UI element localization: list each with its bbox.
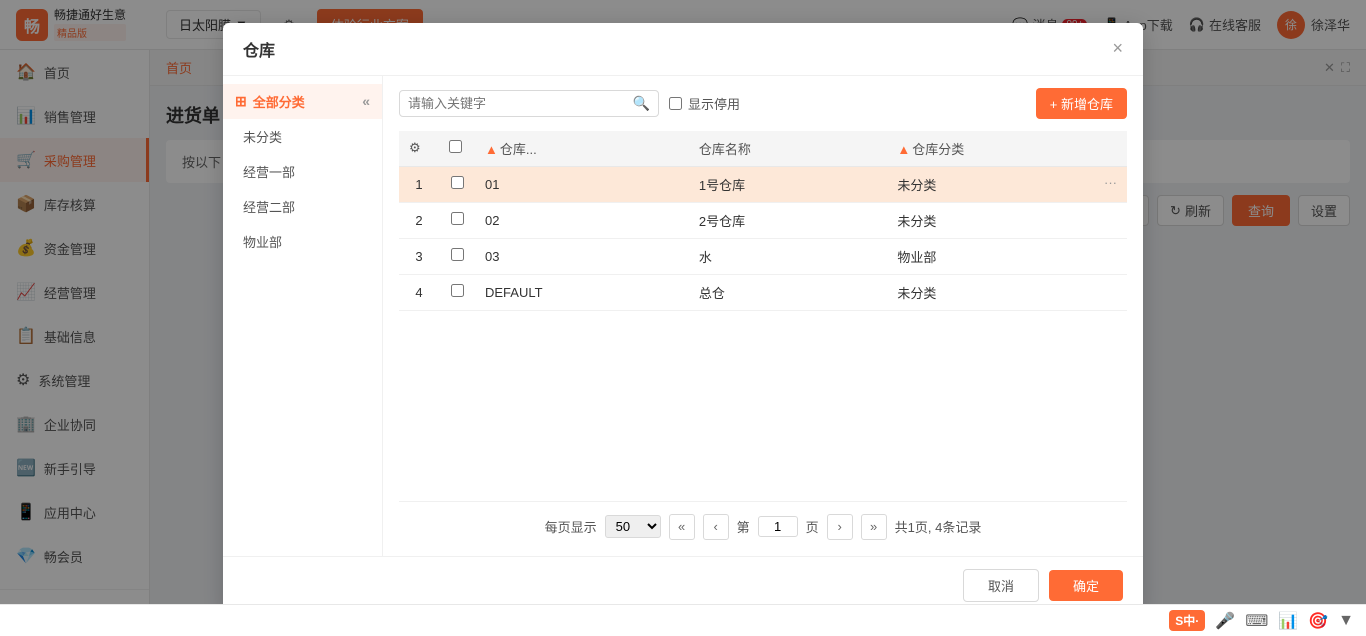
row-category: 未分类 xyxy=(887,274,1127,310)
row-category: 未分类 xyxy=(887,202,1127,238)
modal-sidebar-all-category[interactable]: ⊞ 全部分类 « xyxy=(223,84,382,119)
show-disabled-label: 显示停用 xyxy=(688,94,740,113)
next-page-btn[interactable]: › xyxy=(827,514,853,540)
row-num: 1 xyxy=(399,166,439,202)
table-wrap: ⚙ ▲仓库... 仓库名称 ▲仓库分类 1 01 1号仓库 未分类··· 2 0… xyxy=(399,131,1127,501)
row-num: 4 xyxy=(399,274,439,310)
table-row[interactable]: 2 02 2号仓库 未分类 xyxy=(399,202,1127,238)
modal-cat-ops1[interactable]: 经营一部 xyxy=(223,154,382,189)
modal-toolbar: 🔍 显示停用 + 新增仓库 xyxy=(399,88,1127,119)
modal-cat-unclassified[interactable]: 未分类 xyxy=(223,119,382,154)
row-code: 02 xyxy=(475,202,689,238)
select-all-checkbox[interactable] xyxy=(449,140,462,153)
row-checkbox[interactable] xyxy=(451,212,464,225)
table-body: 1 01 1号仓库 未分类··· 2 02 2号仓库 未分类 3 03 水 物业… xyxy=(399,166,1127,310)
row-check[interactable] xyxy=(439,238,475,274)
page-size-label: 每页显示 xyxy=(545,517,597,536)
keyboard-icon[interactable]: ⌨ xyxy=(1245,611,1268,631)
row-check[interactable] xyxy=(439,274,475,310)
modal-sidebar: ⊞ 全部分类 « 未分类 经营一部 经营二部 物业部 xyxy=(223,76,383,556)
row-checkbox[interactable] xyxy=(451,248,464,261)
search-input[interactable] xyxy=(408,96,633,111)
show-disabled-checkbox[interactable] xyxy=(669,97,682,110)
row-num: 3 xyxy=(399,238,439,274)
th-category: ▲仓库分类 xyxy=(887,131,1127,167)
modal-main: 🔍 显示停用 + 新增仓库 ⚙ xyxy=(383,76,1143,556)
page-label: 第 xyxy=(737,517,750,536)
modal-cat-ops2[interactable]: 经营二部 xyxy=(223,189,382,224)
first-page-btn[interactable]: « xyxy=(669,514,695,540)
th-checkbox xyxy=(439,131,475,167)
row-code: 01 xyxy=(475,166,689,202)
th-settings: ⚙ xyxy=(399,131,439,167)
row-checkbox[interactable] xyxy=(451,284,464,297)
table-row[interactable]: 3 03 水 物业部 xyxy=(399,238,1127,274)
row-check[interactable] xyxy=(439,202,475,238)
new-warehouse-button[interactable]: + 新增仓库 xyxy=(1036,88,1127,119)
page-size-select[interactable]: 50 10 20 100 xyxy=(605,515,661,538)
th-code: ▲仓库... xyxy=(475,131,689,167)
grid-icon: ⊞ xyxy=(235,93,247,110)
modal-close-icon[interactable]: × xyxy=(1112,38,1123,59)
pagination-bar: 每页显示 50 10 20 100 « ‹ 第 页 › » 共1页, 4条记录 xyxy=(399,501,1127,544)
row-checkbox[interactable] xyxy=(451,176,464,189)
table-row[interactable]: 4 DEFAULT 总仓 未分类 xyxy=(399,274,1127,310)
row-num: 2 xyxy=(399,202,439,238)
row-code: 03 xyxy=(475,238,689,274)
th-name: 仓库名称 xyxy=(689,131,888,167)
row-check[interactable] xyxy=(439,166,475,202)
row-name: 总仓 xyxy=(689,274,888,310)
modal-title: 仓库 xyxy=(243,37,275,61)
page-suffix: 页 xyxy=(806,517,819,536)
table-header-row: ⚙ ▲仓库... 仓库名称 ▲仓库分类 xyxy=(399,131,1127,167)
dropdown-small-icon[interactable]: ▼ xyxy=(1338,612,1354,630)
chart-icon[interactable]: 📊 xyxy=(1278,611,1298,631)
confirm-button[interactable]: 确定 xyxy=(1049,570,1123,601)
search-box: 🔍 xyxy=(399,90,659,117)
total-records: 共1页, 4条记录 xyxy=(895,517,982,536)
cancel-button[interactable]: 取消 xyxy=(963,569,1039,602)
more-icon[interactable]: ··· xyxy=(1104,175,1117,190)
search-icon: 🔍 xyxy=(633,95,650,112)
modal-cat-property[interactable]: 物业部 xyxy=(223,224,382,259)
row-code: DEFAULT xyxy=(475,274,689,310)
last-page-btn[interactable]: » xyxy=(861,514,887,540)
row-name: 水 xyxy=(689,238,888,274)
target-icon[interactable]: 🎯 xyxy=(1308,611,1328,631)
page-number-input[interactable] xyxy=(758,516,798,537)
mic-icon[interactable]: 🎤 xyxy=(1215,611,1235,631)
show-disabled-checkbox-label[interactable]: 显示停用 xyxy=(669,94,740,113)
bottom-bar: S中· 🎤 ⌨ 📊 🎯 ▼ xyxy=(0,604,1366,636)
row-name: 2号仓库 xyxy=(689,202,888,238)
modal-header: 仓库 × xyxy=(223,23,1143,76)
modal-overlay[interactable]: 仓库 × ⊞ 全部分类 « 未分类 经营一部 经营二部 物业部 xyxy=(0,0,1366,636)
shuang-logo: S中· xyxy=(1169,610,1205,631)
collapse-icon[interactable]: « xyxy=(362,93,370,109)
row-category: 未分类··· xyxy=(887,166,1127,202)
modal-body: ⊞ 全部分类 « 未分类 经营一部 经营二部 物业部 🔍 xyxy=(223,76,1143,556)
all-category-label: 全部分类 xyxy=(253,92,305,111)
table-row[interactable]: 1 01 1号仓库 未分类··· xyxy=(399,166,1127,202)
row-name: 1号仓库 xyxy=(689,166,888,202)
row-category: 物业部 xyxy=(887,238,1127,274)
warehouse-table: ⚙ ▲仓库... 仓库名称 ▲仓库分类 1 01 1号仓库 未分类··· 2 0… xyxy=(399,131,1127,311)
prev-page-btn[interactable]: ‹ xyxy=(703,514,729,540)
warehouse-modal: 仓库 × ⊞ 全部分类 « 未分类 经营一部 经营二部 物业部 xyxy=(223,23,1143,614)
